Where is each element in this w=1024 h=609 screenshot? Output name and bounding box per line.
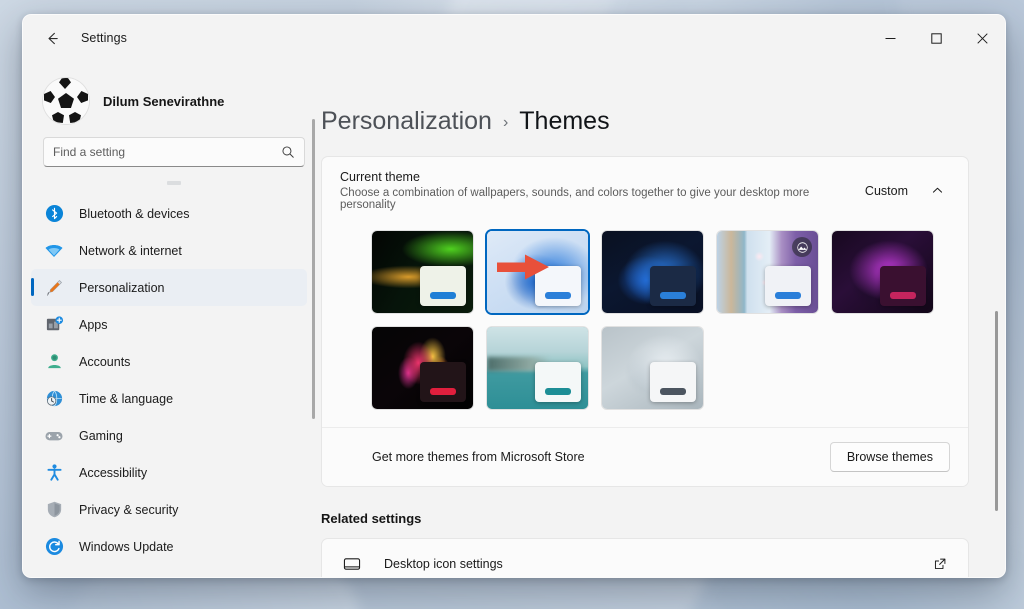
wifi-icon xyxy=(43,240,65,262)
theme-tile[interactable] xyxy=(717,231,818,313)
user-profile[interactable]: Dilum Senevirathne xyxy=(23,61,321,133)
minimize-button[interactable] xyxy=(867,15,913,61)
title-bar: Settings xyxy=(23,15,1005,61)
theme-window-preview xyxy=(650,266,696,306)
sidebar-item-label: Accounts xyxy=(79,354,131,369)
sidebar-item-label: Bluetooth & devices xyxy=(79,206,190,221)
settings-window: Settings Dilum Senevirathne Find a setti… xyxy=(22,14,1006,578)
theme-tile[interactable] xyxy=(602,327,703,409)
app-title: Settings xyxy=(81,31,127,45)
sidebar-nav: Bluetooth & devices Network & internet P… xyxy=(23,181,321,577)
chevron-up-icon[interactable] xyxy=(924,178,950,204)
avatar xyxy=(43,78,89,124)
close-button[interactable] xyxy=(959,15,1005,61)
clock-globe-icon xyxy=(43,388,65,410)
back-button[interactable] xyxy=(35,21,69,55)
apps-icon xyxy=(43,314,65,336)
current-theme-value: Custom xyxy=(864,183,908,198)
sidebar-item-label: Personalization xyxy=(79,280,165,295)
search-icon xyxy=(282,146,294,158)
browse-themes-button[interactable]: Browse themes xyxy=(829,442,950,472)
maximize-button[interactable] xyxy=(913,15,959,61)
sidebar-item-apps[interactable]: Apps xyxy=(31,306,307,343)
page-title: Themes xyxy=(519,107,610,135)
theme-tile-selected[interactable] xyxy=(487,231,588,313)
breadcrumb: Personalization › Themes xyxy=(321,61,969,136)
current-theme-text: Current theme Choose a combination of wa… xyxy=(340,170,865,211)
paintbrush-icon xyxy=(43,277,65,299)
main-inner: Personalization › Themes Current theme C… xyxy=(321,61,1005,577)
sidebar-item-label: Accessibility xyxy=(79,465,148,480)
search-container xyxy=(23,133,321,167)
desktop-icon-settings-label: Desktop icon settings xyxy=(384,557,503,571)
desktop-icon-settings-row[interactable]: Desktop icon settings xyxy=(321,538,969,577)
sidebar-scrolled-item-partial xyxy=(31,181,307,195)
sidebar-item-privacy-security[interactable]: Privacy & security xyxy=(31,491,307,528)
update-refresh-icon xyxy=(43,536,65,558)
current-theme-subtitle: Choose a combination of wallpapers, soun… xyxy=(340,187,810,211)
image-badge-icon xyxy=(792,237,812,257)
theme-tile[interactable] xyxy=(372,231,473,313)
sidebar-item-label: Windows Update xyxy=(79,539,174,554)
store-text: Get more themes from Microsoft Store xyxy=(372,450,585,464)
theme-window-preview xyxy=(650,362,696,402)
sidebar-item-gaming[interactable]: Gaming xyxy=(31,417,307,454)
close-icon xyxy=(976,32,988,44)
main-scrollbar[interactable] xyxy=(995,311,998,511)
sidebar-item-time-language[interactable]: Time & language xyxy=(31,380,307,417)
sidebar-item-personalization[interactable]: Personalization xyxy=(31,269,307,306)
sidebar: Dilum Senevirathne Find a setting Blueto… xyxy=(23,61,321,577)
external-link-icon[interactable] xyxy=(930,554,950,574)
store-row: Get more themes from Microsoft Store Bro… xyxy=(322,427,968,486)
theme-tile[interactable] xyxy=(602,231,703,313)
theme-window-preview xyxy=(420,362,466,402)
sidebar-scrollbar[interactable] xyxy=(312,119,315,419)
sidebar-item-label: Apps xyxy=(79,317,108,332)
sidebar-item-windows-update[interactable]: Windows Update xyxy=(31,528,307,565)
gamepad-icon xyxy=(43,425,65,447)
maximize-icon xyxy=(930,32,942,44)
monitor-icon xyxy=(340,555,364,573)
window-body: Dilum Senevirathne Find a setting Blueto… xyxy=(23,61,1005,577)
theme-tile[interactable] xyxy=(832,231,933,313)
profile-name: Dilum Senevirathne xyxy=(103,93,225,109)
main-content: Personalization › Themes Current theme C… xyxy=(321,61,1005,577)
back-arrow-icon xyxy=(47,32,58,44)
search-box[interactable] xyxy=(43,137,305,167)
current-theme-card: Current theme Choose a combination of wa… xyxy=(321,156,969,487)
window-controls xyxy=(867,15,1005,61)
accessibility-icon xyxy=(43,462,65,484)
sidebar-item-network-internet[interactable]: Network & internet xyxy=(31,232,307,269)
sidebar-item-accessibility[interactable]: Accessibility xyxy=(31,454,307,491)
sidebar-item-bluetooth-devices[interactable]: Bluetooth & devices xyxy=(31,195,307,232)
breadcrumb-parent[interactable]: Personalization xyxy=(321,107,492,136)
bluetooth-icon xyxy=(43,203,65,225)
search-input[interactable] xyxy=(53,145,281,159)
theme-grid xyxy=(322,225,968,427)
theme-tile[interactable] xyxy=(372,327,473,409)
breadcrumb-separator: › xyxy=(502,114,509,131)
theme-window-preview xyxy=(535,362,581,402)
soccer-ball-avatar xyxy=(43,78,89,124)
sidebar-item-label: Network & internet xyxy=(79,243,182,258)
theme-window-preview xyxy=(880,266,926,306)
theme-window-preview xyxy=(535,266,581,306)
shield-icon xyxy=(43,499,65,521)
current-theme-title: Current theme xyxy=(340,170,420,184)
sidebar-item-label: Time & language xyxy=(79,391,174,406)
theme-window-preview xyxy=(420,266,466,306)
theme-window-preview xyxy=(765,266,811,306)
sidebar-item-label: Gaming xyxy=(79,428,123,443)
related-settings-heading: Related settings xyxy=(321,511,422,526)
person-icon xyxy=(43,351,65,373)
sidebar-item-accounts[interactable]: Accounts xyxy=(31,343,307,380)
sidebar-item-label: Privacy & security xyxy=(79,502,179,517)
minimize-icon xyxy=(885,37,895,39)
current-theme-header[interactable]: Current theme Choose a combination of wa… xyxy=(322,157,968,225)
theme-tile[interactable] xyxy=(487,327,588,409)
